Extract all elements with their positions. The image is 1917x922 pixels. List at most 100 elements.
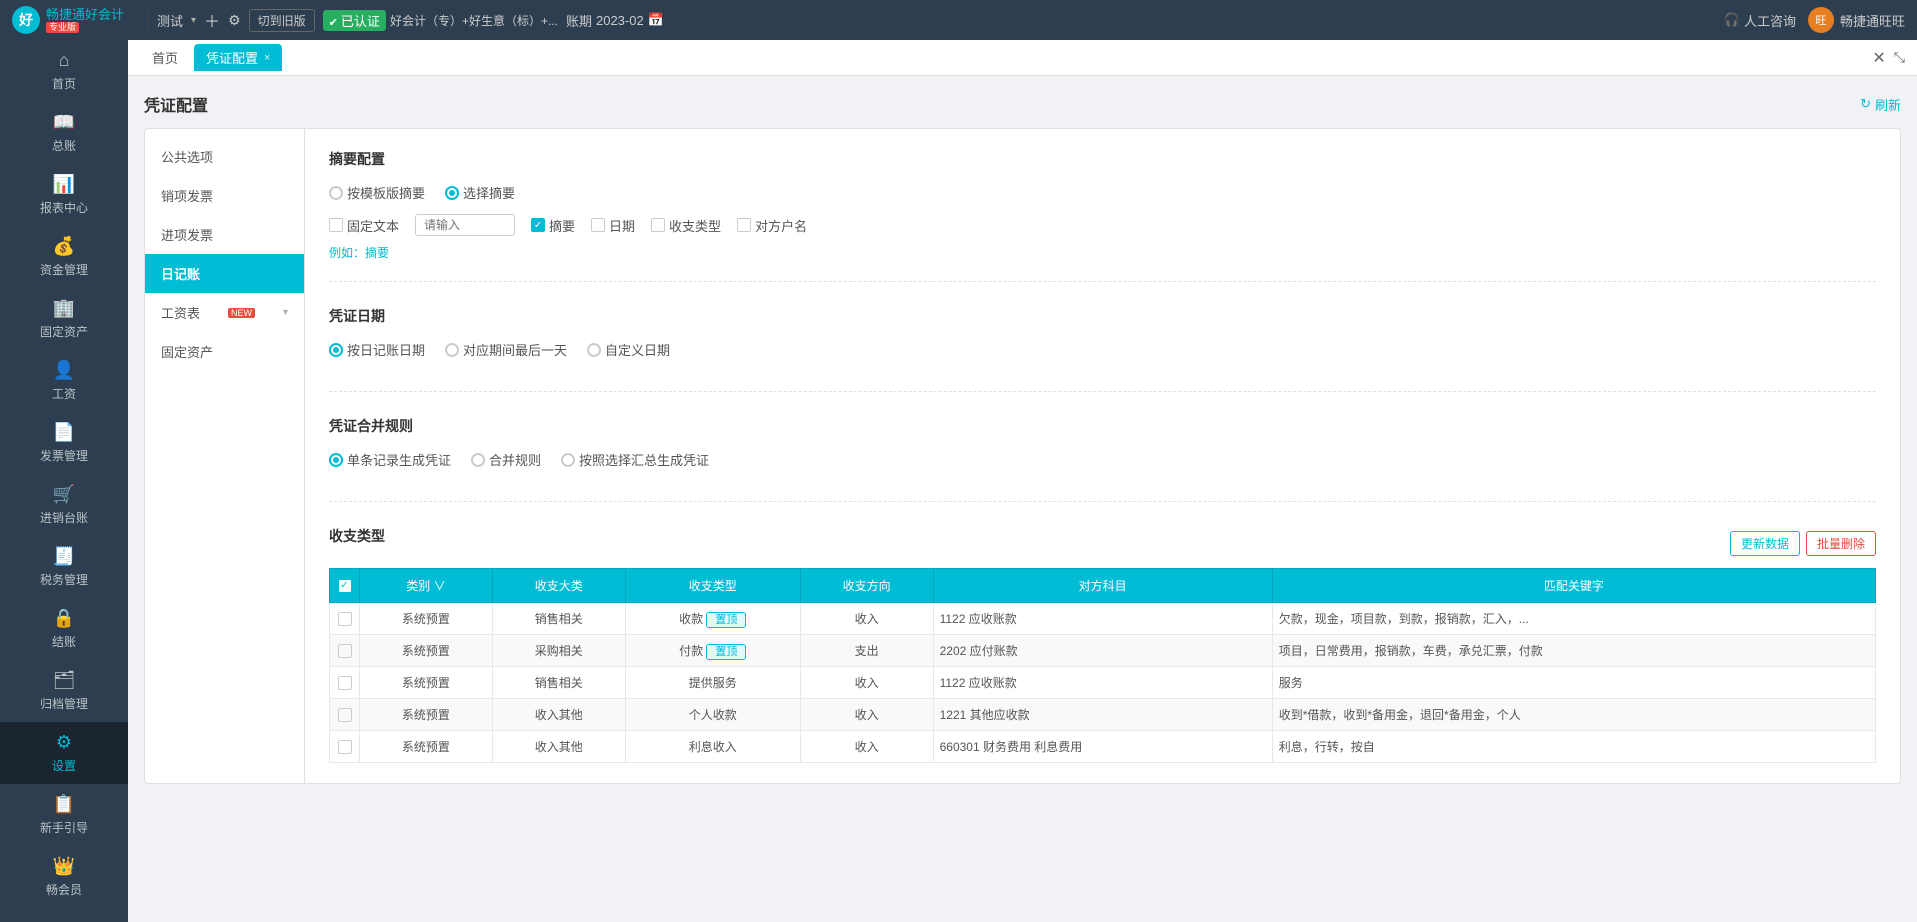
summary-checkbox-label: 摘要 <box>549 216 575 235</box>
sidebar-archive-label: 归档管理 <box>40 695 88 712</box>
income-title: 收支类型 <box>329 526 385 546</box>
merge-section: 凭证合并规则 单条记录生成凭证 合并规则 <box>329 416 1876 502</box>
td-checkbox-3[interactable] <box>330 667 360 699</box>
left-nav-fixed-assets-nav[interactable]: 固定资产 <box>145 332 304 371</box>
sidebar-item-archive[interactable]: 🗂 归档管理 <box>0 660 128 722</box>
date-checkbox-box <box>591 218 605 232</box>
sidebar-item-payroll[interactable]: 👤 工资 <box>0 350 128 412</box>
add-icon[interactable]: ＋ <box>204 8 220 32</box>
avatar: 旺 <box>1808 7 1834 33</box>
td-checkbox-4[interactable] <box>330 699 360 731</box>
td-major-1: 销售相关 <box>492 603 625 635</box>
batch-delete-button[interactable]: 批量删除 <box>1806 531 1876 556</box>
td-keywords-5: 利息，行转，按自 <box>1272 731 1875 763</box>
tab-home-label: 首页 <box>152 48 178 67</box>
sidebar-item-invoice-mgmt[interactable]: 📄 发票管理 <box>0 412 128 474</box>
tab-bar: 首页 凭证配置 × ✕ ⤡ <box>128 40 1917 76</box>
sidebar-item-settings[interactable]: ⚙ 设置 <box>0 722 128 784</box>
summary-checkbox-box: ✓ <box>531 218 545 232</box>
tab-close-icon[interactable]: × <box>264 52 270 64</box>
calendar-icon[interactable]: 📅 <box>648 12 664 28</box>
left-nav-payroll[interactable]: 工资表 NEW ▾ <box>145 293 304 332</box>
test-label: 测试 <box>157 11 183 30</box>
fixed-text-checkbox[interactable]: 固定文本 <box>329 216 399 235</box>
td-checkbox-1[interactable] <box>330 603 360 635</box>
date-radio-period-last[interactable]: 对应期间最后一天 <box>445 340 567 359</box>
sidebar-tax-label: 税务管理 <box>40 571 88 588</box>
merge-radio-merge[interactable]: 合并规则 <box>471 450 541 469</box>
switch-version-button[interactable]: 切到旧版 <box>249 9 315 32</box>
summary-radio-select[interactable]: 选择摘要 <box>445 183 515 202</box>
sidebar-newbie-label: 新手引导 <box>40 819 88 836</box>
tag-reset-1[interactable]: 置顶 <box>706 612 746 628</box>
date-radio-journal[interactable]: 按日记账日期 <box>329 340 425 359</box>
sidebar-item-newbie[interactable]: 📋 新手引导 <box>0 784 128 846</box>
td-checkbox-2[interactable] <box>330 635 360 667</box>
update-data-button[interactable]: 更新数据 <box>1730 531 1800 556</box>
summary-checkbox[interactable]: ✓ 摘要 <box>531 216 575 235</box>
sidebar-reports-label: 报表中心 <box>40 199 88 216</box>
sidebar-item-member[interactable]: 👑 畅会员 <box>0 846 128 908</box>
sidebar-item-reports[interactable]: 📊 报表中心 <box>0 164 128 226</box>
summary-section: 摘要配置 按模板版摘要 选择摘要 <box>329 149 1876 282</box>
merge-radio-summary[interactable]: 按照选择汇总生成凭证 <box>561 450 709 469</box>
radio-period-last-circle <box>445 343 459 357</box>
left-nav-purchase-invoice[interactable]: 进项发票 <box>145 215 304 254</box>
date-title: 凭证日期 <box>329 306 1876 326</box>
sidebar: ⌂ 首页 📖 总账 📊 报表中心 💰 资金管理 🏢 固定资产 👤 工资 📄 发票… <box>0 40 128 922</box>
radio-journal-label: 按日记账日期 <box>347 340 425 359</box>
period-label: 账期 <box>566 11 592 30</box>
table-header-row: ✓ 类别 ∨ 收支大类 收支类型 收支方向 对方科目 匹配关键字 <box>330 569 1876 603</box>
td-direction-3: 收入 <box>800 667 933 699</box>
user-menu[interactable]: 旺 畅捷通旺旺 <box>1808 7 1905 33</box>
th-checkbox[interactable]: ✓ <box>330 569 360 603</box>
page-title: 凭证配置 <box>144 92 208 116</box>
radio-template-circle <box>329 186 343 200</box>
window-expand-icon[interactable]: ⤡ <box>1894 49 1905 66</box>
window-close-icon[interactable]: ✕ <box>1872 48 1885 68</box>
tab-home[interactable]: 首页 <box>140 44 190 71</box>
sidebar-payroll-label: 工资 <box>52 385 76 402</box>
sidebar-item-ledger[interactable]: 📖 总账 <box>0 102 128 164</box>
table-actions: 更新数据 批量删除 <box>1730 531 1876 556</box>
sidebar-item-funds[interactable]: 💰 资金管理 <box>0 226 128 288</box>
radio-single-circle <box>329 453 343 467</box>
sidebar-item-purchases[interactable]: 🛒 进销台账 <box>0 474 128 536</box>
fixed-text-label: 固定文本 <box>347 216 399 235</box>
closing-icon: 🔒 <box>53 608 75 629</box>
td-checkbox-5[interactable] <box>330 731 360 763</box>
td-major-3: 销售相关 <box>492 667 625 699</box>
sidebar-fixed-assets-label: 固定资产 <box>40 323 88 340</box>
sidebar-item-closing[interactable]: 🔒 结账 <box>0 598 128 660</box>
date-radio-custom[interactable]: 自定义日期 <box>587 340 670 359</box>
radio-select-label: 选择摘要 <box>463 183 515 202</box>
refresh-icon: ↻ <box>1860 96 1871 112</box>
page-header: 凭证配置 ↻ 刷新 <box>144 92 1901 116</box>
sidebar-item-fixed-assets[interactable]: 🏢 固定资产 <box>0 288 128 350</box>
type-checkbox-box <box>651 218 665 232</box>
sidebar-item-home[interactable]: ⌂ 首页 <box>0 40 128 102</box>
gear-icon[interactable]: ⚙ <box>228 12 241 29</box>
th-income-type: 收支类型 <box>625 569 800 603</box>
consult-button[interactable]: 🎧 人工咨询 <box>1724 11 1796 30</box>
table-head: ✓ 类别 ∨ 收支大类 收支类型 收支方向 对方科目 匹配关键字 <box>330 569 1876 603</box>
counterpart-checkbox[interactable]: 对方户名 <box>737 216 807 235</box>
left-nav-daily-ledger[interactable]: 日记账 <box>145 254 304 293</box>
tag-reset-2[interactable]: 置顶 <box>706 644 746 660</box>
merge-radio-single[interactable]: 单条记录生成凭证 <box>329 450 451 469</box>
counterpart-checkbox-box <box>737 218 751 232</box>
type-checkbox[interactable]: 收支类型 <box>651 216 721 235</box>
summary-radio-template[interactable]: 按模板版摘要 <box>329 183 425 202</box>
tab-config[interactable]: 凭证配置 × <box>194 44 282 71</box>
td-account-1: 1122 应收账款 <box>933 603 1272 635</box>
radio-period-last-label: 对应期间最后一天 <box>463 340 567 359</box>
left-nav-public[interactable]: 公共选项 <box>145 137 304 176</box>
left-nav-sales-invoice[interactable]: 销项发票 <box>145 176 304 215</box>
td-category-1: 系统预置 <box>360 603 493 635</box>
fixed-text-input[interactable] <box>415 214 515 236</box>
refresh-button[interactable]: ↻ 刷新 <box>1860 95 1901 114</box>
date-checkbox[interactable]: 日期 <box>591 216 635 235</box>
td-account-4: 1221 其他应收款 <box>933 699 1272 731</box>
sidebar-closing-label: 结账 <box>52 633 76 650</box>
sidebar-item-tax[interactable]: 🧾 税务管理 <box>0 536 128 598</box>
